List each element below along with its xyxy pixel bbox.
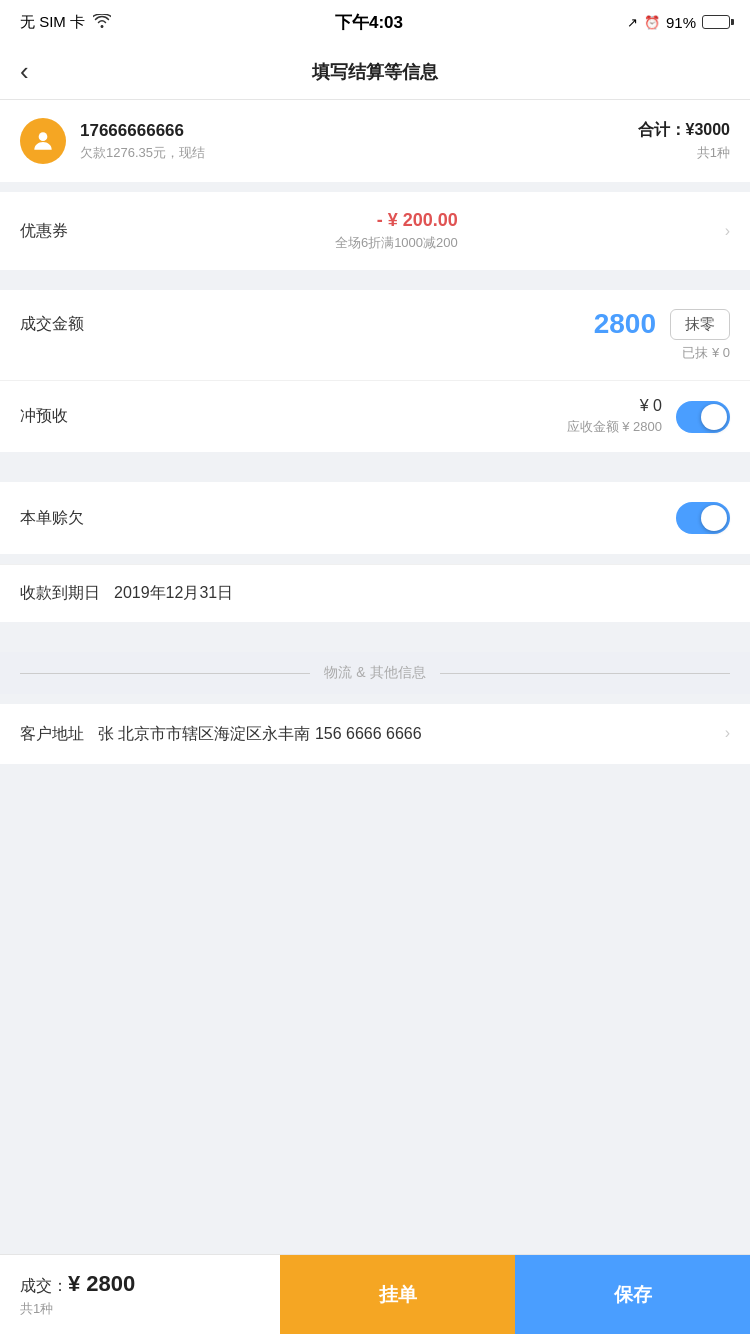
carrier-text: 无 SIM 卡 xyxy=(20,13,85,32)
advance-section: 冲预收 ¥ 0 应收金额 ¥ 2800 xyxy=(0,380,750,452)
due-date-label: 收款到期日 xyxy=(20,583,100,604)
credit-toggle[interactable] xyxy=(676,502,730,534)
customer-details: 17666666666 欠款1276.35元，现结 xyxy=(80,121,638,162)
svg-point-0 xyxy=(39,132,48,141)
total-amount: 合计：¥3000 xyxy=(638,120,731,141)
wifi-icon xyxy=(93,14,111,31)
bottom-transaction-label: 成交：¥ 2800 xyxy=(20,1271,260,1297)
advance-sub: 应收金额 ¥ 2800 xyxy=(567,418,662,436)
transaction-top: 成交金额 2800 抹零 xyxy=(20,308,730,340)
due-date-value: 2019年12月31日 xyxy=(114,583,233,604)
bottom-sub: 共1种 xyxy=(20,1300,260,1318)
credit-label: 本单赊欠 xyxy=(20,508,84,529)
divider-line-left xyxy=(20,673,310,674)
logistics-section-label: 物流 & 其他信息 xyxy=(324,664,425,682)
avatar xyxy=(20,118,66,164)
status-right: ↗ ⏰ 91% xyxy=(627,14,730,31)
advance-label: 冲预收 xyxy=(20,406,68,427)
status-left: 无 SIM 卡 xyxy=(20,13,111,32)
bottom-bar: 成交：¥ 2800 共1种 挂单 保存 xyxy=(0,1254,750,1334)
advance-toggle[interactable] xyxy=(676,401,730,433)
transaction-sub: 已抹 ¥ 0 xyxy=(20,344,730,362)
coupon-label: 优惠券 xyxy=(20,221,68,242)
customer-total: 合计：¥3000 共1种 xyxy=(638,120,731,162)
customer-info-section: 17666666666 欠款1276.35元，现结 合计：¥3000 共1种 xyxy=(0,100,750,182)
page-title: 填写结算等信息 xyxy=(312,60,438,84)
toggle-knob xyxy=(701,404,727,430)
address-label: 客户地址 xyxy=(20,722,84,745)
address-section[interactable]: 客户地址 张 北京市市辖区海淀区永丰南 156 6666 6666 › xyxy=(0,704,750,764)
divider-line-right xyxy=(440,673,730,674)
advance-amount: ¥ 0 xyxy=(567,397,662,415)
gray-divider-3 xyxy=(0,632,750,642)
total-sub: 共1种 xyxy=(638,144,731,162)
coupon-section[interactable]: 优惠券 - ¥ 200.00 全场6折满1000减200 › xyxy=(0,192,750,270)
due-date-section: 收款到期日 2019年12月31日 xyxy=(0,564,750,622)
transaction-amount: 2800 xyxy=(594,308,656,340)
advance-right: ¥ 0 应收金额 ¥ 2800 xyxy=(567,397,730,436)
hang-order-button[interactable]: 挂单 xyxy=(280,1255,515,1335)
gps-icon: ↗ xyxy=(627,15,638,30)
credit-section: 本单赊欠 xyxy=(0,482,750,554)
coupon-right: - ¥ 200.00 全场6折满1000减200 xyxy=(335,210,458,252)
customer-phone: 17666666666 xyxy=(80,121,638,141)
transaction-section: 成交金额 2800 抹零 已抹 ¥ 0 冲预收 ¥ 0 应收金额 ¥ 2800 xyxy=(0,290,750,452)
coupon-desc: 全场6折满1000减200 xyxy=(335,234,458,252)
advance-values: ¥ 0 应收金额 ¥ 2800 xyxy=(567,397,662,436)
coupon-amount: - ¥ 200.00 xyxy=(335,210,458,231)
save-button[interactable]: 保存 xyxy=(515,1255,750,1335)
alarm-icon: ⏰ xyxy=(644,15,660,30)
back-button[interactable]: ‹ xyxy=(20,56,29,87)
address-value: 张 北京市市辖区海淀区永丰南 156 6666 6666 xyxy=(98,722,715,746)
chevron-right-icon: › xyxy=(725,222,730,240)
status-bar: 无 SIM 卡 下午4:03 ↗ ⏰ 91% xyxy=(0,0,750,44)
gray-divider-1 xyxy=(0,280,750,290)
content: 17666666666 欠款1276.35元，现结 合计：¥3000 共1种 优… xyxy=(0,100,750,984)
status-time: 下午4:03 xyxy=(335,11,403,34)
round-zero-button[interactable]: 抹零 xyxy=(670,309,730,340)
customer-sub-text: 欠款1276.35元，现结 xyxy=(80,144,638,162)
logistics-divider: 物流 & 其他信息 xyxy=(0,652,750,694)
address-chevron-icon: › xyxy=(725,722,730,742)
nav-bar: ‹ 填写结算等信息 xyxy=(0,44,750,100)
battery-percent: 91% xyxy=(666,14,696,31)
battery-icon xyxy=(702,15,730,29)
empty-area xyxy=(0,774,750,894)
gray-divider-2 xyxy=(0,462,750,472)
bottom-info: 成交：¥ 2800 共1种 xyxy=(0,1271,280,1318)
transaction-label: 成交金额 xyxy=(20,314,84,335)
credit-toggle-knob xyxy=(701,505,727,531)
